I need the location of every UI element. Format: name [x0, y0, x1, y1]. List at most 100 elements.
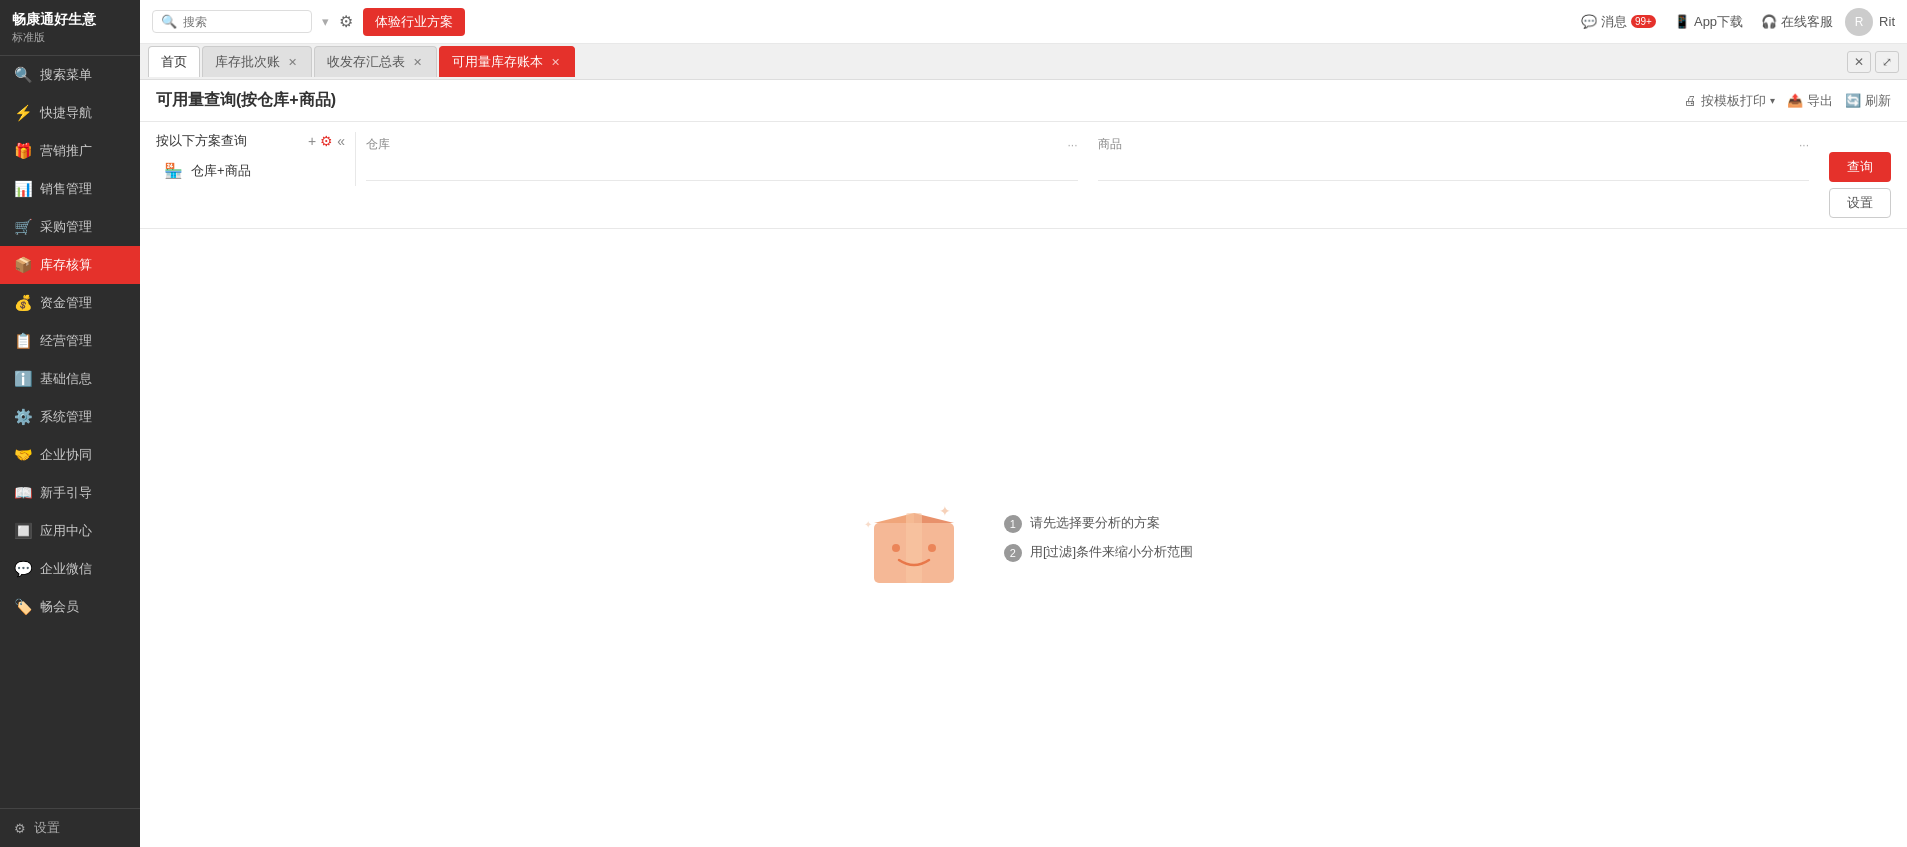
sidebar-item-search[interactable]: 🔍 搜索菜单 — [0, 56, 140, 94]
product-filter: 商品 ··· — [1098, 136, 1810, 181]
finance-icon: 💰 — [14, 294, 32, 312]
query-btn[interactable]: 查询 — [1829, 152, 1891, 182]
message-icon: 💬 — [1581, 14, 1597, 29]
dropdown-icon[interactable]: ▾ — [322, 14, 329, 29]
sidebar-item-system[interactable]: ⚙️ 系统管理 — [0, 398, 140, 436]
empty-state: ✦ ✦ 1 请先选择要分析的方案 2 用[过滤]条件来缩小分析范围 — [140, 229, 1907, 847]
newbie-icon: 📖 — [14, 484, 32, 502]
tip-number: 1 — [1004, 515, 1022, 533]
print-btn[interactable]: 🖨 按模板打印 ▾ — [1684, 92, 1775, 110]
search-input[interactable] — [183, 15, 303, 29]
sidebar-label-system: 系统管理 — [40, 408, 92, 426]
appcenter-icon: 🔲 — [14, 522, 32, 540]
tab-label-available: 可用量库存账本 — [452, 53, 543, 71]
app-download-btn[interactable]: 📱 App下载 — [1668, 9, 1749, 35]
refresh-icon: 🔄 — [1845, 93, 1861, 108]
user-avatar: R — [1845, 8, 1873, 36]
tab-available[interactable]: 可用量库存账本 ✕ — [439, 46, 575, 77]
sidebar-label-basic: 基础信息 — [40, 370, 92, 388]
empty-state-inner: ✦ ✦ 1 请先选择要分析的方案 2 用[过滤]条件来缩小分析范围 — [854, 478, 1193, 598]
scheme-header: 按以下方案查询 + ⚙ « — [156, 132, 345, 150]
page-header: 可用量查询(按仓库+商品) 🖨 按模板打印 ▾ 📤 导出 🔄 刷新 — [140, 80, 1907, 122]
close-tab-btn[interactable]: ✕ — [1847, 51, 1871, 73]
export-btn[interactable]: 📤 导出 — [1787, 92, 1833, 110]
sidebar-item-sales[interactable]: 📊 销售管理 — [0, 170, 140, 208]
purchase-icon: 🛒 — [14, 218, 32, 236]
sidebar-item-purchase[interactable]: 🛒 采购管理 — [0, 208, 140, 246]
sidebar-label-finance: 资金管理 — [40, 294, 92, 312]
refresh-btn[interactable]: 🔄 刷新 — [1845, 92, 1891, 110]
tab-close-summary[interactable]: ✕ — [411, 56, 424, 69]
marketing-icon: 🎁 — [14, 142, 32, 160]
wechat-icon: 💬 — [14, 560, 32, 578]
page-content: 可用量查询(按仓库+商品) 🖨 按模板打印 ▾ 📤 导出 🔄 刷新 — [140, 80, 1907, 847]
scheme-header-title: 按以下方案查询 — [156, 132, 247, 150]
tab-label-batch: 库存批次账 — [215, 53, 280, 71]
app-download-label: App下载 — [1694, 13, 1743, 31]
tab-home[interactable]: 首页 — [148, 46, 200, 77]
app-title: 畅康通好生意 — [12, 10, 128, 30]
sidebar-item-appcenter[interactable]: 🔲 应用中心 — [0, 512, 140, 550]
product-input[interactable] — [1098, 157, 1810, 181]
add-scheme-btn[interactable]: + — [308, 133, 316, 149]
page-title: 可用量查询(按仓库+商品) — [156, 90, 336, 111]
refresh-label: 刷新 — [1865, 92, 1891, 110]
main-area: 🔍 ▾ ⚙ 体验行业方案 💬 消息 99+ 📱 App下载 🎧 在线客服 R R… — [140, 0, 1907, 847]
sidebar-item-marketing[interactable]: 🎁 营销推广 — [0, 132, 140, 170]
message-label: 消息 — [1601, 13, 1627, 31]
sidebar-item-operations[interactable]: 📋 经营管理 — [0, 322, 140, 360]
sidebar-item-quicknav[interactable]: ⚡ 快捷导航 — [0, 94, 140, 132]
scheme-settings-btn[interactable]: ⚙ — [320, 133, 333, 149]
tabs-container: 首页库存批次账✕收发存汇总表✕可用量库存账本✕ — [148, 46, 575, 77]
warehouse-filter: 仓库 ··· — [366, 136, 1078, 181]
industry-btn[interactable]: 体验行业方案 — [363, 8, 465, 36]
sidebar-bottom-settings[interactable]: ⚙ 设置 — [0, 808, 140, 847]
topbar-right-actions: 💬 消息 99+ 📱 App下载 🎧 在线客服 R Rit — [1575, 8, 1895, 36]
query-area: 按以下方案查询 + ⚙ « 🏪 仓库+商品 仓库 ··· — [140, 122, 1907, 229]
sidebar-item-finance[interactable]: 💰 资金管理 — [0, 284, 140, 322]
tabs-controls: ✕ ⤢ — [1847, 51, 1899, 73]
sidebar-item-inventory[interactable]: 📦 库存核算 — [0, 246, 140, 284]
svg-rect-3 — [906, 513, 922, 583]
tab-close-available[interactable]: ✕ — [549, 56, 562, 69]
search-icon: 🔍 — [161, 14, 177, 29]
warehouse-more-btn[interactable]: ··· — [1067, 138, 1077, 152]
collapse-btn[interactable]: « — [337, 133, 345, 149]
tab-label-home: 首页 — [161, 53, 187, 71]
sidebar: 畅康通好生意 标准版 🔍 搜索菜单 ⚡ 快捷导航 🎁 营销推广 📊 销售管理 🛒… — [0, 0, 140, 847]
scheme-panel: 按以下方案查询 + ⚙ « 🏪 仓库+商品 — [156, 132, 356, 186]
sidebar-label-appcenter: 应用中心 — [40, 522, 92, 540]
search-box[interactable]: 🔍 — [152, 10, 312, 33]
sidebar-item-wechat[interactable]: 💬 企业微信 — [0, 550, 140, 588]
settings-btn[interactable]: 设置 — [1829, 188, 1891, 218]
scheme-item-label: 仓库+商品 — [191, 162, 251, 180]
user-profile[interactable]: R Rit — [1845, 8, 1895, 36]
tab-summary[interactable]: 收发存汇总表✕ — [314, 46, 437, 77]
export-label: 导出 — [1807, 92, 1833, 110]
tab-batch[interactable]: 库存批次账 ✕ — [202, 46, 312, 77]
app-download-icon: 📱 — [1674, 14, 1690, 29]
sidebar-item-member[interactable]: 🏷️ 畅会员 — [0, 588, 140, 626]
online-service-label: 在线客服 — [1781, 13, 1833, 31]
topbar: 🔍 ▾ ⚙ 体验行业方案 💬 消息 99+ 📱 App下载 🎧 在线客服 R R… — [140, 0, 1907, 44]
warehouse-input[interactable] — [366, 157, 1078, 181]
expand-btn[interactable]: ⤢ — [1875, 51, 1899, 73]
product-label: 商品 ··· — [1098, 136, 1810, 153]
online-service-btn[interactable]: 🎧 在线客服 — [1755, 9, 1839, 35]
message-btn[interactable]: 💬 消息 99+ — [1575, 9, 1662, 35]
tab-close-batch[interactable]: ✕ — [286, 56, 299, 69]
product-more-btn[interactable]: ··· — [1799, 138, 1809, 152]
settings-bottom-label: 设置 — [34, 819, 60, 837]
scheme-item-warehouse-product[interactable]: 🏪 仓库+商品 — [156, 156, 345, 186]
scheme-header-icons: + ⚙ « — [308, 133, 345, 149]
sidebar-label-operations: 经营管理 — [40, 332, 92, 350]
sidebar-item-basic[interactable]: ℹ️ 基础信息 — [0, 360, 140, 398]
gear-icon[interactable]: ⚙ — [339, 12, 353, 31]
sidebar-item-newbie[interactable]: 📖 新手引导 — [0, 474, 140, 512]
sidebar-label-inventory: 库存核算 — [40, 256, 92, 274]
sidebar-label-marketing: 营销推广 — [40, 142, 92, 160]
sidebar-label-search: 搜索菜单 — [40, 66, 92, 84]
svg-text:✦: ✦ — [864, 519, 872, 530]
sidebar-item-enterprise[interactable]: 🤝 企业协同 — [0, 436, 140, 474]
sidebar-label-wechat: 企业微信 — [40, 560, 92, 578]
